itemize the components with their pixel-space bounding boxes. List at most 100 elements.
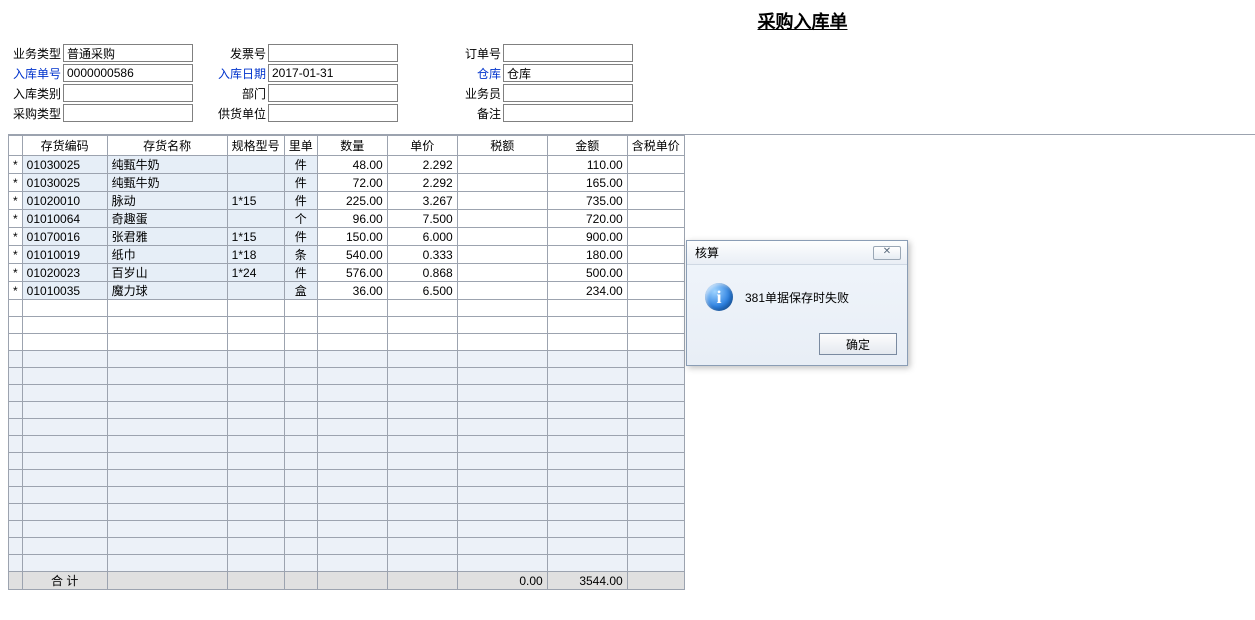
cell[interactable]: 纸巾 (107, 246, 227, 264)
cell[interactable] (9, 300, 23, 317)
cell[interactable] (547, 538, 627, 555)
cell[interactable] (627, 300, 684, 317)
cell[interactable] (387, 436, 457, 453)
cell[interactable] (284, 470, 317, 487)
cell[interactable] (227, 504, 284, 521)
cell[interactable] (457, 300, 547, 317)
cell[interactable] (387, 368, 457, 385)
cell[interactable] (227, 555, 284, 572)
cell[interactable] (284, 385, 317, 402)
cell[interactable] (227, 402, 284, 419)
cell[interactable] (627, 351, 684, 368)
cell[interactable]: 720.00 (547, 210, 627, 228)
cell[interactable]: 件 (284, 264, 317, 282)
cell[interactable] (227, 334, 284, 351)
cell[interactable]: 36.00 (317, 282, 387, 300)
cell[interactable] (627, 192, 684, 210)
label-receipt-date[interactable]: 入库日期 (213, 65, 268, 82)
cell[interactable] (627, 504, 684, 521)
cell[interactable] (457, 282, 547, 300)
table-row[interactable]: *01030025纯甄牛奶件72.002.292165.00 (9, 174, 685, 192)
table-row[interactable] (9, 402, 685, 419)
cell[interactable] (284, 521, 317, 538)
cell[interactable] (107, 436, 227, 453)
table-row[interactable] (9, 317, 685, 334)
cell[interactable] (284, 402, 317, 419)
cell[interactable]: 01030025 (22, 156, 107, 174)
cell[interactable] (547, 368, 627, 385)
cell[interactable] (22, 300, 107, 317)
cell[interactable] (227, 210, 284, 228)
cell[interactable] (387, 317, 457, 334)
cell[interactable] (284, 487, 317, 504)
cell[interactable] (387, 385, 457, 402)
cell[interactable]: * (9, 282, 23, 300)
cell[interactable] (107, 419, 227, 436)
cell[interactable] (227, 351, 284, 368)
cell[interactable]: 234.00 (547, 282, 627, 300)
cell[interactable] (284, 419, 317, 436)
cell[interactable] (457, 351, 547, 368)
cell[interactable]: 2.292 (387, 174, 457, 192)
cell[interactable] (227, 317, 284, 334)
cell[interactable]: 件 (284, 228, 317, 246)
cell[interactable] (317, 436, 387, 453)
cell[interactable] (457, 317, 547, 334)
label-warehouse[interactable]: 仓库 (448, 65, 503, 82)
cell[interactable] (284, 317, 317, 334)
cell[interactable] (107, 487, 227, 504)
cell[interactable] (9, 521, 23, 538)
cell[interactable] (457, 419, 547, 436)
input-order-no[interactable] (503, 44, 633, 62)
cell[interactable] (457, 487, 547, 504)
cell[interactable] (107, 470, 227, 487)
input-supplier[interactable] (268, 104, 398, 122)
cell[interactable] (457, 192, 547, 210)
cell[interactable] (107, 334, 227, 351)
cell[interactable]: 3.267 (387, 192, 457, 210)
table-row[interactable] (9, 351, 685, 368)
cell[interactable] (227, 419, 284, 436)
col-header[interactable] (9, 136, 23, 156)
cell[interactable] (227, 385, 284, 402)
cell[interactable] (457, 504, 547, 521)
cell[interactable] (317, 453, 387, 470)
cell[interactable] (627, 453, 684, 470)
cell[interactable] (457, 334, 547, 351)
cell[interactable]: * (9, 192, 23, 210)
cell[interactable]: 48.00 (317, 156, 387, 174)
cell[interactable] (387, 555, 457, 572)
cell[interactable] (317, 300, 387, 317)
cell[interactable] (317, 555, 387, 572)
cell[interactable] (227, 453, 284, 470)
cell[interactable] (547, 300, 627, 317)
cell[interactable] (107, 555, 227, 572)
cell[interactable] (387, 402, 457, 419)
cell[interactable] (627, 156, 684, 174)
cell[interactable] (457, 436, 547, 453)
input-dept[interactable] (268, 84, 398, 102)
cell[interactable] (457, 453, 547, 470)
cell[interactable] (22, 487, 107, 504)
cell[interactable] (627, 210, 684, 228)
col-header[interactable]: 存货编码 (22, 136, 107, 156)
cell[interactable]: 01020023 (22, 264, 107, 282)
cell[interactable] (387, 521, 457, 538)
cell[interactable] (9, 402, 23, 419)
cell[interactable] (227, 368, 284, 385)
cell[interactable]: 盒 (284, 282, 317, 300)
cell[interactable] (227, 521, 284, 538)
cell[interactable]: 180.00 (547, 246, 627, 264)
cell[interactable]: 01070016 (22, 228, 107, 246)
cell[interactable] (227, 300, 284, 317)
cell[interactable] (627, 228, 684, 246)
cell[interactable] (547, 385, 627, 402)
cell[interactable] (317, 521, 387, 538)
cell[interactable] (227, 156, 284, 174)
cell[interactable]: 500.00 (547, 264, 627, 282)
cell[interactable]: 96.00 (317, 210, 387, 228)
input-purchase-type[interactable] (63, 104, 193, 122)
cell[interactable]: * (9, 156, 23, 174)
cell[interactable] (22, 504, 107, 521)
cell[interactable]: 150.00 (317, 228, 387, 246)
